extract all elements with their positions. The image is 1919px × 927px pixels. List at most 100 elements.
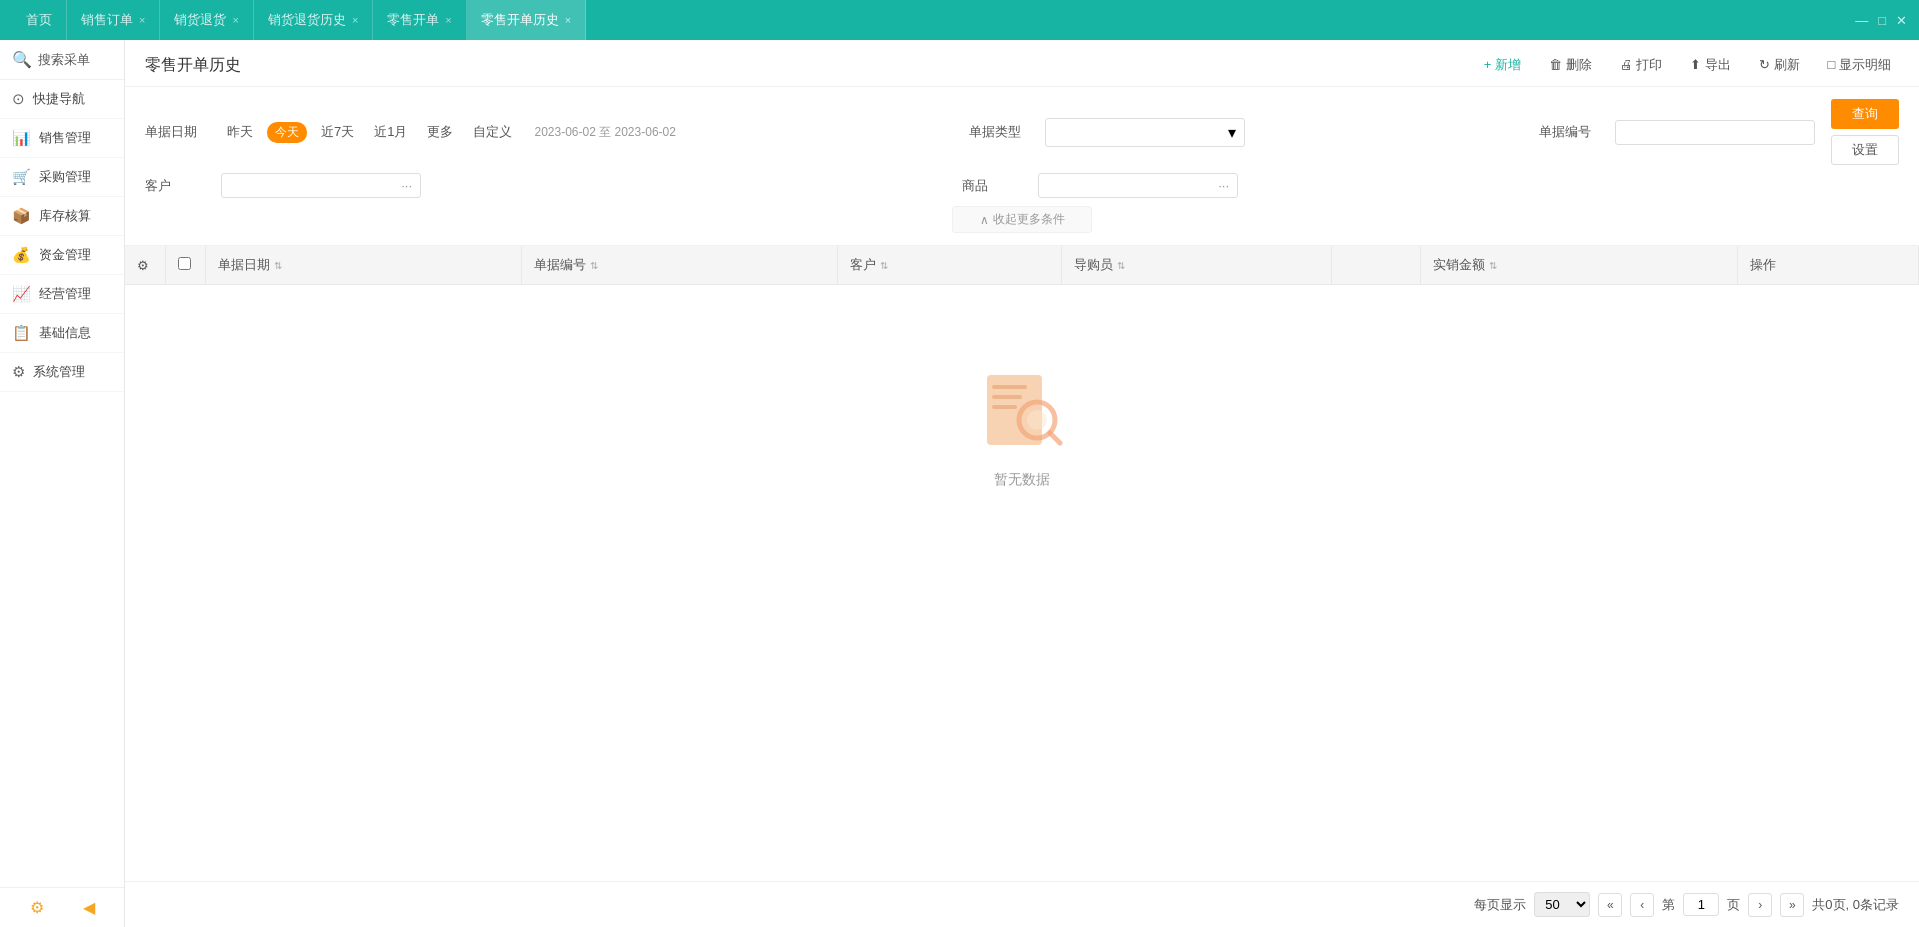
th-checkbox[interactable]: [165, 246, 205, 285]
date-opt-近7天[interactable]: 近7天: [315, 121, 360, 143]
sidebar-item-label: 基础信息: [39, 324, 91, 342]
sidebar-item-采购管理[interactable]: 🛒 采购管理: [0, 158, 124, 197]
th-action: 操作: [1737, 246, 1918, 285]
svg-line-5: [1050, 433, 1060, 443]
sidebar-settings-btn[interactable]: ⚙: [30, 898, 44, 917]
th-settings[interactable]: ⚙: [125, 246, 165, 285]
sidebar-item-快捷导航[interactable]: ⊙快捷导航: [0, 80, 124, 119]
page-header: 零售开单历史 + 新增 🗑 删除 🖨 打印 ⬆ 导出 ↻ 刷新 □ 显示明细: [125, 40, 1919, 87]
page-number-input[interactable]: [1683, 893, 1719, 916]
sidebar-item-label: 经营管理: [39, 285, 91, 303]
th-amount[interactable]: 实销金额⇅: [1421, 246, 1737, 285]
next-page-btn[interactable]: ›: [1748, 893, 1772, 917]
refresh-button[interactable]: ↻ 刷新: [1751, 52, 1808, 78]
date-opt-更多[interactable]: 更多: [421, 121, 459, 143]
filter-settings-button[interactable]: 设置: [1831, 135, 1899, 165]
tab-close-icon[interactable]: ×: [139, 14, 145, 26]
customer-ellipsis: ···: [401, 178, 412, 193]
sidebar-icon: ⊙: [12, 90, 25, 108]
date-opt-昨天[interactable]: 昨天: [221, 121, 259, 143]
tab-首页[interactable]: 首页: [12, 0, 67, 40]
last-page-btn[interactable]: »: [1780, 893, 1804, 917]
pagination: 每页显示 50 10 20 100 « ‹ 第 页 › » 共0页, 0条记录: [125, 881, 1919, 927]
th-customer[interactable]: 客户⇅: [838, 246, 1062, 285]
empty-icon: [972, 365, 1072, 455]
tab-close-icon[interactable]: ×: [352, 14, 358, 26]
th-salesperson[interactable]: 导购员⇅: [1062, 246, 1332, 285]
svg-rect-2: [992, 395, 1022, 399]
delete-button[interactable]: 🗑 删除: [1541, 52, 1600, 78]
th-spacer: [1332, 246, 1421, 285]
sidebar-bottom: ⚙ ◀: [0, 887, 124, 927]
close-btn[interactable]: ✕: [1896, 13, 1907, 28]
customer-select[interactable]: ···: [221, 173, 421, 198]
tab-close-icon[interactable]: ×: [232, 14, 238, 26]
total-label: 共0页, 0条记录: [1812, 896, 1899, 914]
sidebar-icon: 🛒: [12, 168, 31, 186]
content-area: 零售开单历史 + 新增 🗑 删除 🖨 打印 ⬆ 导出 ↻ 刷新 □ 显示明细 单…: [125, 40, 1919, 927]
first-page-btn[interactable]: «: [1598, 893, 1622, 917]
sidebar-collapse-btn[interactable]: ◀: [83, 898, 95, 917]
prev-page-btn[interactable]: ‹: [1630, 893, 1654, 917]
data-table: ⚙ 单据日期⇅ 单据编号⇅ 客户⇅ 导购员⇅ 实销金额⇅ 操作: [125, 246, 1919, 285]
table-area: ⚙ 单据日期⇅ 单据编号⇅ 客户⇅ 导购员⇅ 实销金额⇅ 操作: [125, 246, 1919, 881]
sidebar-icon: 📈: [12, 285, 31, 303]
date-opt-今天[interactable]: 今天: [267, 122, 307, 143]
select-all-checkbox[interactable]: [178, 257, 191, 270]
th-number[interactable]: 单据编号⇅: [521, 246, 837, 285]
query-button[interactable]: 查询: [1831, 99, 1899, 129]
sidebar-item-基础信息[interactable]: 📋基础信息: [0, 314, 124, 353]
tab-零售开单[interactable]: 零售开单×: [373, 0, 466, 40]
goods-select[interactable]: ···: [1038, 173, 1238, 198]
goods-label: 商品: [962, 177, 1022, 195]
tab-销售订单[interactable]: 销售订单×: [67, 0, 160, 40]
maximize-btn[interactable]: □: [1878, 13, 1886, 28]
page-size-label: 每页显示: [1474, 896, 1526, 914]
sidebar-item-经营管理[interactable]: 📈 经营管理: [0, 275, 124, 314]
sidebar-item-库存核算[interactable]: 📦库存核算: [0, 197, 124, 236]
date-range: 2023-06-02 至 2023-06-02: [534, 124, 675, 141]
minimize-btn[interactable]: —: [1855, 13, 1868, 28]
sidebar-item-系统管理[interactable]: ⚙ 系统管理: [0, 353, 124, 392]
bill-no-input[interactable]: [1615, 120, 1815, 145]
export-button[interactable]: ⬆ 导出: [1682, 52, 1739, 78]
date-opt-近1月[interactable]: 近1月: [368, 121, 413, 143]
filter-area: 单据日期 昨天今天近7天近1月更多自定义 2023-06-02 至 2023-0…: [125, 87, 1919, 246]
date-label: 单据日期: [145, 123, 205, 141]
sidebar-item-label: 采购管理: [39, 168, 91, 186]
page-unit: 页: [1727, 896, 1740, 914]
th-date[interactable]: 单据日期⇅: [205, 246, 521, 285]
date-opt-自定义[interactable]: 自定义: [467, 121, 518, 143]
svg-rect-1: [992, 385, 1027, 389]
sidebar-item-label: 系统管理: [33, 363, 85, 381]
collapse-bar[interactable]: ∧ 收起更多条件: [952, 206, 1092, 233]
search-icon: 🔍: [12, 50, 32, 69]
display-detail-button[interactable]: □ 显示明细: [1820, 52, 1899, 78]
tab-零售开单历史[interactable]: 零售开单历史×: [467, 0, 586, 40]
table-header-row: ⚙ 单据日期⇅ 单据编号⇅ 客户⇅ 导购员⇅ 实销金额⇅ 操作: [125, 246, 1919, 285]
page-title: 零售开单历史: [145, 55, 241, 76]
print-button[interactable]: 🖨 打印: [1612, 52, 1671, 78]
sidebar-item-销售管理[interactable]: 📊销售管理: [0, 119, 124, 158]
sidebar-icon: 📊: [12, 129, 31, 147]
tab-销货退货[interactable]: 销货退货×: [160, 0, 253, 40]
filter-row-1: 单据日期 昨天今天近7天近1月更多自定义 2023-06-02 至 2023-0…: [145, 99, 1899, 165]
tab-销货退货历史[interactable]: 销货退货历史×: [254, 0, 373, 40]
date-options: 昨天今天近7天近1月更多自定义: [221, 121, 518, 143]
empty-state: 暂无数据: [125, 285, 1919, 569]
bill-no-label: 单据编号: [1539, 123, 1599, 141]
bill-type-select[interactable]: ▾: [1045, 118, 1245, 147]
page-size-select[interactable]: 50 10 20 100: [1534, 892, 1590, 917]
sidebar-search[interactable]: 🔍 搜索采单: [0, 40, 124, 80]
sidebar-nav: ⊙快捷导航📊销售管理 🛒 采购管理 📦库存核算💰资金管理 📈 经营管理 📋基础信息 ⚙ 系统管理: [0, 80, 124, 392]
svg-rect-3: [992, 405, 1017, 409]
new-button[interactable]: + 新增: [1476, 52, 1529, 78]
tab-close-icon[interactable]: ×: [445, 14, 451, 26]
empty-label: 暂无数据: [994, 471, 1050, 489]
bill-type-label: 单据类型: [969, 123, 1029, 141]
tab-close-icon[interactable]: ×: [565, 14, 571, 26]
top-bar: 首页销售订单×销货退货×销货退货历史×零售开单×零售开单历史× — □ ✕: [0, 0, 1919, 40]
sidebar-item-资金管理[interactable]: 💰资金管理: [0, 236, 124, 275]
sidebar: 🔍 搜索采单 ⊙快捷导航📊销售管理 🛒 采购管理 📦库存核算💰资金管理 📈 经营管理 📋基础…: [0, 40, 125, 927]
sidebar-icon: ⚙: [12, 363, 25, 381]
